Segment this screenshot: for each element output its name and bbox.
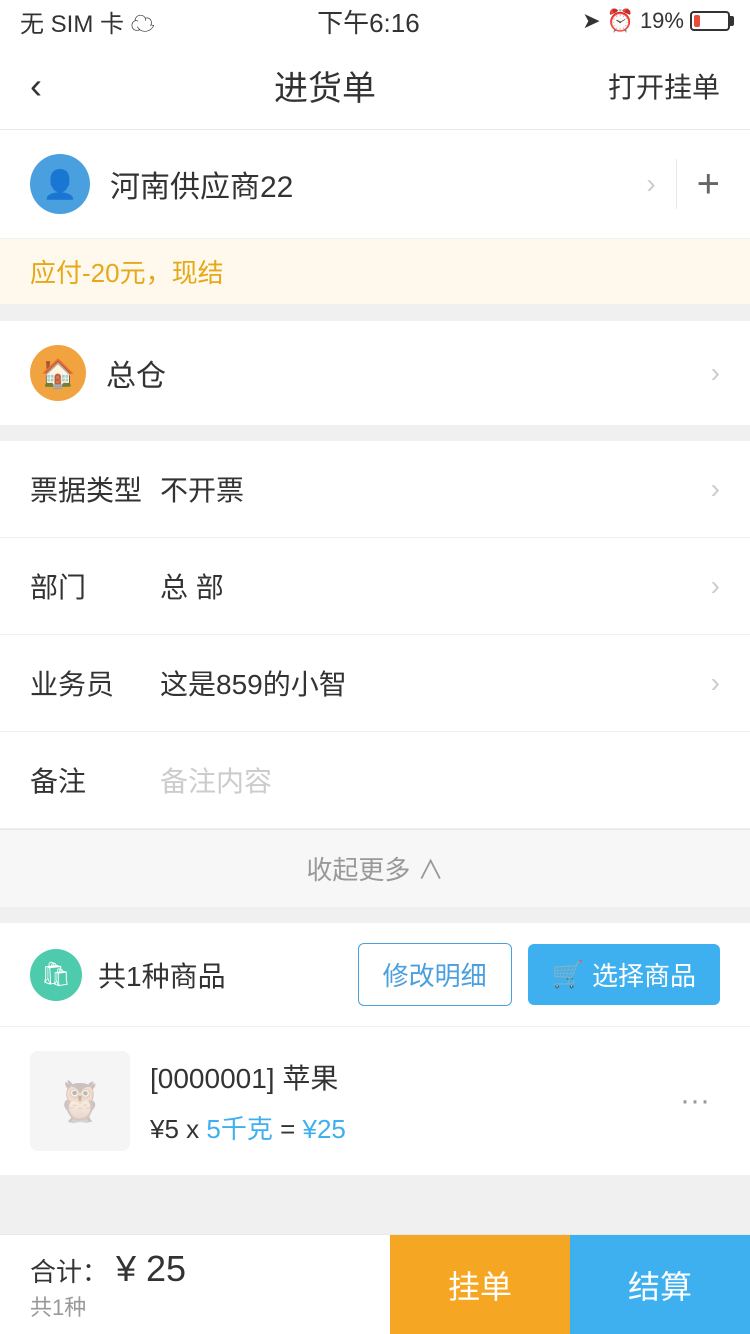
salesperson-row[interactable]: 业务员 这是859的小智 › [0,635,750,732]
checkout-button[interactable]: 结算 [570,1235,750,1334]
department-label: 部门 [30,566,160,606]
back-button[interactable]: ‹ [30,65,42,107]
form-card: 票据类型 不开票 › 部门 总 部 › 业务员 这是859的小智 › 备注 备注… [0,441,750,907]
price-equals: = [280,1114,302,1144]
supplier-notice: 应付-20元，现结 [0,239,750,304]
warehouse-row[interactable]: 🏠 总仓 › [0,320,750,425]
product-total: ¥25 [303,1114,346,1144]
battery-percent: 19% [640,8,684,34]
footer: 合计： ¥ 25 共1种 挂单 结算 [0,1234,750,1334]
cart-icon: 🛒 [552,959,584,990]
total-amount: ¥ 25 [116,1248,186,1290]
product-logo: 🦉 [55,1078,105,1125]
edit-detail-button[interactable]: 修改明细 [358,943,512,1006]
nav-bar: ‹ 进货单 打开挂单 [0,42,750,130]
department-value: 总 部 [160,566,711,606]
alarm-icon: ⏰ [607,8,634,34]
warehouse-chevron-icon: › [711,357,720,389]
warehouse-name: 总仓 [106,351,711,395]
remark-label: 备注 [30,760,160,800]
supplier-name: 河南供应商22 [110,162,646,206]
bag-icon: 🛍 [41,960,71,989]
pending-button[interactable]: 挂单 [390,1235,570,1334]
total-label: 合计： [30,1252,108,1289]
department-row[interactable]: 部门 总 部 › [0,538,750,635]
product-info: [0000001] 苹果 ¥5 x 5千克 = ¥25 [150,1057,670,1146]
battery-icon [690,11,730,31]
add-button[interactable]: + [697,162,720,207]
invoice-type-label: 票据类型 [30,469,160,509]
product-more-button[interactable]: ··· [670,1074,720,1128]
location-icon: ➤ [582,8,600,34]
salesperson-label: 业务员 [30,663,160,703]
warehouse-card: 🏠 总仓 › [0,320,750,425]
supplier-chevron-icon: › [646,168,655,200]
warehouse-icon: 🏠 [30,345,86,401]
status-bar: 无 SIM 卡 ☁ 下午6:16 ➤ ⏰ 19% [0,0,750,42]
supplier-row[interactable]: 👤 河南供应商22 › + [0,130,750,239]
status-right: ➤ ⏰ 19% [582,8,730,34]
select-product-button[interactable]: 🛒 选择商品 [528,944,720,1005]
products-icon: 🛍 [30,949,82,1001]
product-thumbnail: 🦉 [30,1051,130,1151]
status-left: 无 SIM 卡 ☁ [20,4,155,39]
footer-total: 合计： ¥ 25 共1种 [0,1235,390,1334]
product-quantity: 5千克 [206,1114,272,1144]
page-title: 进货单 [274,61,376,110]
salesperson-value: 这是859的小智 [160,663,711,703]
department-chevron-icon: › [711,570,720,602]
remark-placeholder: 备注内容 [160,760,720,800]
products-header: 🛍 共1种商品 修改明细 🛒 选择商品 [0,923,750,1027]
products-card: 🛍 共1种商品 修改明细 🛒 选择商品 🦉 [0000001] 苹果 [0,923,750,1176]
warehouse-symbol: 🏠 [41,357,76,390]
select-product-label: 选择商品 [592,956,696,993]
main-content: 👤 河南供应商22 › + 应付-20元，现结 🏠 总仓 › 票据类型 不开票 … [0,130,750,1292]
collapse-button[interactable]: 收起更多 ∧ [0,829,750,907]
remark-row[interactable]: 备注 备注内容 [0,732,750,829]
salesperson-chevron-icon: › [711,667,720,699]
sim-status: 无 SIM 卡 ☁ [20,4,155,39]
invoice-type-row[interactable]: 票据类型 不开票 › [0,441,750,538]
supplier-card: 👤 河南供应商22 › + 应付-20元，现结 [0,130,750,304]
product-price: ¥5 x 5千克 = ¥25 [150,1109,670,1146]
products-count: 共1种商品 [98,955,358,995]
invoice-type-value: 不开票 [160,469,711,509]
open-pending-button[interactable]: 打开挂单 [608,66,720,106]
supplier-avatar: 👤 [30,154,90,214]
status-time: 下午6:16 [317,3,420,40]
product-name: [0000001] 苹果 [150,1057,670,1097]
avatar-icon: 👤 [43,168,78,201]
product-item: 🦉 [0000001] 苹果 ¥5 x 5千克 = ¥25 ··· [0,1027,750,1176]
total-count: 共1种 [30,1290,360,1322]
invoice-chevron-icon: › [711,473,720,505]
product-unit-price: ¥5 [150,1114,179,1144]
price-multiply: x [186,1114,206,1144]
divider [676,159,677,209]
